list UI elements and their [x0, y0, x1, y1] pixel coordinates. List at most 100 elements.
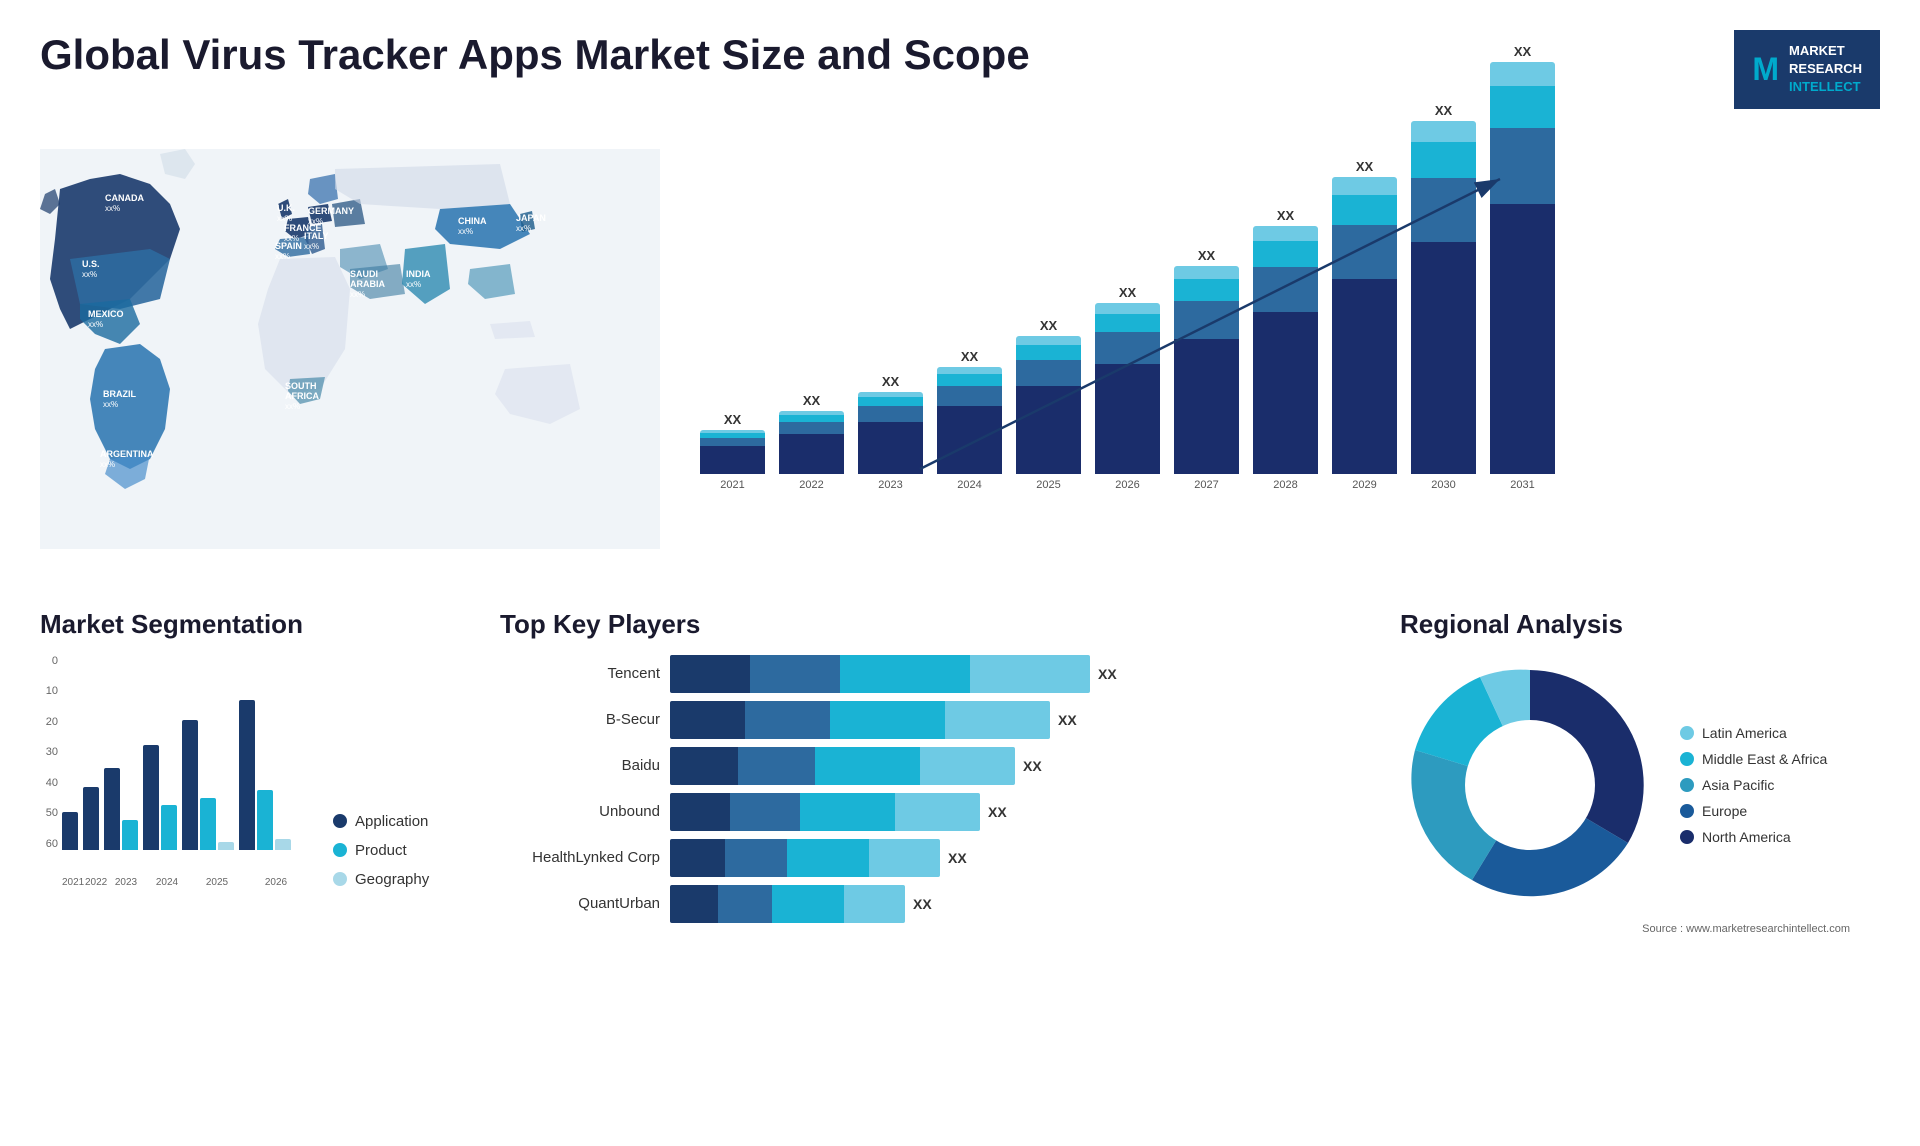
segmentation-legend: Application Product Geography: [323, 793, 429, 888]
player-row-tencent: Tencent XX: [500, 655, 1360, 693]
reg-legend-latin-america: Latin America: [1680, 725, 1827, 741]
player-value-unbound: XX: [988, 804, 1007, 820]
player-value-healthlynked: XX: [948, 850, 967, 866]
legend-dot-geography: [333, 872, 347, 886]
source-text: Source : www.marketresearchintellect.com: [1400, 923, 1880, 935]
svg-text:AFRICA: AFRICA: [285, 391, 319, 401]
label-us: U.S.: [82, 259, 100, 269]
svg-text:xx%: xx%: [304, 242, 319, 251]
svg-text:xx%: xx%: [100, 460, 115, 469]
legend-dot-product: [333, 843, 347, 857]
reg-dot-north-america: [1680, 830, 1694, 844]
bar-value-2027: XX: [1198, 248, 1215, 263]
bar-value-2026: XX: [1119, 285, 1136, 300]
legend-product: Product: [333, 842, 429, 859]
key-players-title: Top Key Players: [500, 609, 1360, 640]
bar-chart: XX 2021 XX: [690, 139, 1870, 519]
bar-year-2026: 2026: [1115, 479, 1139, 491]
bar-2029: XX 2029: [1332, 159, 1397, 491]
legend-application: Application: [333, 813, 429, 830]
segmentation-section: Market Segmentation 60 50 40 30 20 10 0: [30, 599, 470, 945]
player-value-quanturban: XX: [913, 896, 932, 912]
player-value-baidu: XX: [1023, 758, 1042, 774]
reg-dot-asia-pacific: [1680, 778, 1694, 792]
label-south-africa: SOUTH: [285, 381, 317, 391]
seg-bars-area: 2021 2022 2023 2024 2025 2026: [62, 655, 303, 888]
logo-line2: RESEARCH: [1789, 60, 1862, 78]
bar-value-2023: XX: [882, 374, 899, 389]
logo-line3: INTELLECT: [1789, 78, 1862, 96]
player-row-unbound: Unbound XX: [500, 793, 1360, 831]
player-name-baidu: Baidu: [500, 757, 660, 774]
player-value-bsecur: XX: [1058, 712, 1077, 728]
seg-bar-product-2023: [122, 820, 138, 850]
player-bar-unbound: XX: [670, 793, 1007, 831]
bar-year-2023: 2023: [878, 479, 902, 491]
player-name-healthlynked: HealthLynked Corp: [500, 849, 660, 866]
player-bar-tencent: XX: [670, 655, 1117, 693]
bar-year-2021: 2021: [720, 479, 744, 491]
svg-text:xx%: xx%: [285, 402, 300, 411]
seg-bar-geography-2025: [218, 842, 234, 850]
bar-2022: XX 2022: [779, 393, 844, 491]
seg-y-axis: 60 50 40 30 20 10 0: [40, 655, 62, 875]
svg-text:xx%: xx%: [308, 217, 323, 226]
bar-2024: XX 2024: [937, 349, 1002, 491]
seg-bar-group-2022: [83, 787, 99, 850]
label-spain: SPAIN: [275, 241, 302, 251]
seg-bar-application-2022: [83, 787, 99, 850]
regional-legend: Latin America Middle East & Africa Asia …: [1680, 725, 1827, 845]
reg-label-north-america: North America: [1702, 829, 1791, 845]
seg-chart-with-axis: 60 50 40 30 20 10 0: [40, 655, 303, 888]
map-wrapper: CANADA xx% U.S. xx% MEXICO xx% BRAZIL xx…: [40, 139, 660, 559]
reg-dot-latin-america: [1680, 726, 1694, 740]
bar-value-2031: XX: [1514, 44, 1531, 59]
bar-year-2029: 2029: [1352, 479, 1376, 491]
player-bar-bsecur: XX: [670, 701, 1077, 739]
legend-label-product: Product: [355, 842, 407, 859]
seg-bar-product-2026: [257, 790, 273, 850]
segmentation-chart: 60 50 40 30 20 10 0: [40, 655, 460, 888]
label-brazil: BRAZIL: [103, 389, 136, 399]
svg-text:xx%: xx%: [277, 214, 292, 223]
label-india: INDIA: [406, 269, 431, 279]
player-name-quanturban: QuantUrban: [500, 895, 660, 912]
header: Global Virus Tracker Apps Market Size an…: [0, 0, 1920, 129]
bar-2031: XX 2031: [1490, 44, 1555, 491]
seg-bar-group-2024: [143, 745, 177, 850]
label-argentina: ARGENTINA: [100, 449, 154, 459]
donut-chart: [1400, 655, 1660, 915]
key-players-section: Top Key Players Tencent XX B: [490, 599, 1370, 945]
bar-year-2028: 2028: [1273, 479, 1297, 491]
player-name-unbound: Unbound: [500, 803, 660, 820]
bar-value-2021: XX: [724, 412, 741, 427]
label-mexico: MEXICO: [88, 309, 124, 319]
player-row-healthlynked: HealthLynked Corp XX: [500, 839, 1360, 877]
reg-legend-asia-pacific: Asia Pacific: [1680, 777, 1827, 793]
legend-label-application: Application: [355, 813, 428, 830]
svg-text:xx%: xx%: [88, 320, 103, 329]
label-saudi: SAUDI: [350, 269, 378, 279]
bar-value-2024: XX: [961, 349, 978, 364]
seg-bar-group-2021: [62, 812, 78, 850]
bar-year-2024: 2024: [957, 479, 981, 491]
reg-label-europe: Europe: [1702, 803, 1747, 819]
main-content: CANADA xx% U.S. xx% MEXICO xx% BRAZIL xx…: [0, 129, 1920, 589]
svg-text:xx%: xx%: [516, 224, 531, 233]
bar-2023: XX 2023: [858, 374, 923, 491]
player-bar-quanturban: XX: [670, 885, 932, 923]
label-uk: U.K.: [277, 203, 295, 213]
bar-value-2029: XX: [1356, 159, 1373, 174]
bar-2025: XX 2025: [1016, 318, 1081, 491]
page-title: Global Virus Tracker Apps Market Size an…: [40, 30, 1030, 80]
bar-value-2025: XX: [1040, 318, 1057, 333]
svg-text:xx%: xx%: [458, 227, 473, 236]
logo-letter: M: [1752, 47, 1779, 92]
seg-bar-application-2021: [62, 812, 78, 850]
bar-year-2025: 2025: [1036, 479, 1060, 491]
bottom-content: Market Segmentation 60 50 40 30 20 10 0: [0, 589, 1920, 965]
bar-2026: XX 2026: [1095, 285, 1160, 491]
bar-value-2028: XX: [1277, 208, 1294, 223]
regional-content: Latin America Middle East & Africa Asia …: [1400, 655, 1880, 915]
label-germany: GERMANY: [308, 206, 354, 216]
